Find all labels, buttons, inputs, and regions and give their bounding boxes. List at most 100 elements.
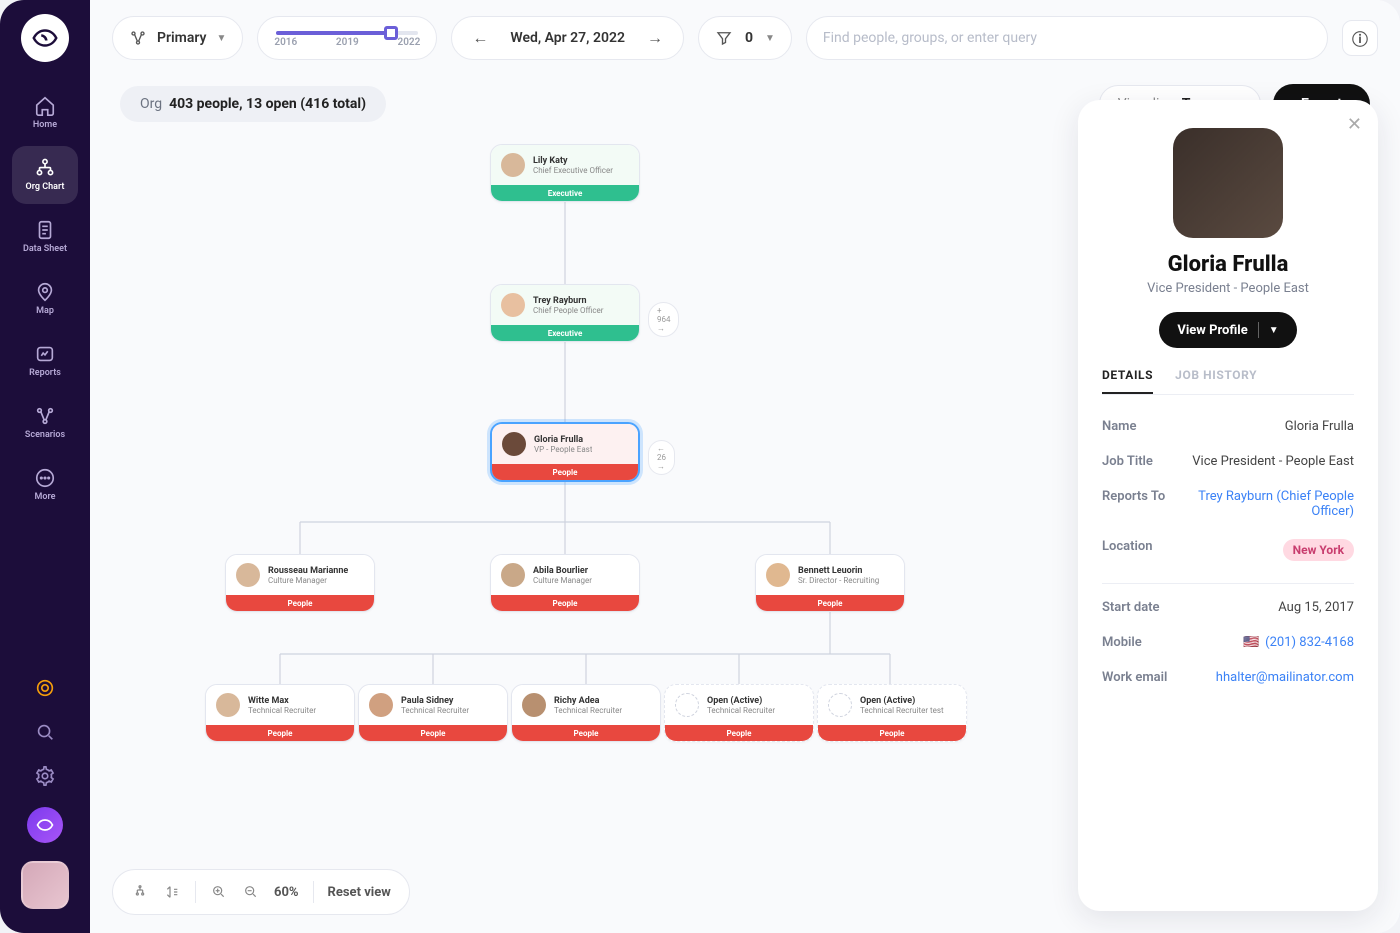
nav-org-chart[interactable]: Org Chart bbox=[12, 146, 78, 204]
current-user-avatar[interactable] bbox=[21, 861, 69, 909]
org-node[interactable]: Rousseau Marianne Culture Manager People bbox=[225, 554, 375, 612]
prev-date-arrow-icon[interactable]: ← bbox=[468, 28, 492, 48]
node-name: Witte Max bbox=[248, 696, 316, 706]
nav-data-sheet[interactable]: Data Sheet bbox=[12, 208, 78, 266]
node-band: People bbox=[359, 725, 507, 741]
view-profile-button[interactable]: View Profile ▼ bbox=[1159, 312, 1296, 348]
zoom-out-icon[interactable] bbox=[242, 883, 260, 901]
org-node[interactable]: Richy Adea Technical Recruiter People bbox=[511, 684, 661, 742]
org-node-open[interactable]: Open (Active) Technical Recruiter test P… bbox=[817, 684, 967, 742]
search-icon[interactable] bbox=[32, 719, 58, 745]
canvas-toolbar: 60% Reset view bbox=[112, 869, 410, 915]
expand-chip[interactable]: ← 26 → bbox=[648, 440, 675, 475]
timeline-year: 2022 bbox=[397, 37, 420, 48]
nav-scenarios[interactable]: Scenarios bbox=[12, 394, 78, 452]
zoom-in-icon[interactable] bbox=[210, 883, 228, 901]
zoom-value: 60% bbox=[274, 885, 299, 900]
settings-icon[interactable] bbox=[32, 763, 58, 789]
chevron-down-icon: ▼ bbox=[1269, 325, 1279, 336]
nav-home[interactable]: Home bbox=[12, 84, 78, 142]
collapse-icon[interactable] bbox=[163, 883, 181, 901]
expand-chip[interactable]: + 964 → bbox=[648, 302, 679, 337]
document-icon bbox=[34, 219, 56, 241]
node-role: Sr. Director - Recruiting bbox=[798, 576, 879, 585]
nav-label: Org Chart bbox=[26, 183, 65, 193]
node-name: Trey Rayburn bbox=[533, 296, 604, 306]
node-role: Technical Recruiter test bbox=[860, 706, 944, 715]
tab-job-history[interactable]: JOB HISTORY bbox=[1175, 368, 1257, 394]
timeline-handle[interactable] bbox=[384, 26, 398, 40]
field-mobile: Mobile 🇺🇸(201) 832-4168 bbox=[1102, 625, 1354, 660]
close-icon[interactable]: ✕ bbox=[1347, 114, 1362, 135]
node-band: People bbox=[665, 725, 813, 741]
timeline-year: 2016 bbox=[274, 37, 297, 48]
search-placeholder: Find people, groups, or enter query bbox=[823, 30, 1037, 46]
timeline-year: 2019 bbox=[336, 37, 359, 48]
node-role: VP - People East bbox=[534, 445, 592, 454]
org-node[interactable]: Trey Rayburn Chief People Officer Execut… bbox=[490, 284, 640, 342]
nav-label: Map bbox=[36, 307, 54, 317]
person-title: Vice President - People East bbox=[1102, 281, 1354, 296]
node-band: Executive bbox=[491, 185, 639, 201]
nav-reports[interactable]: Reports bbox=[12, 332, 78, 390]
node-role: Technical Recruiter bbox=[707, 706, 775, 715]
node-band: People bbox=[756, 595, 904, 611]
field-work-email: Work email hhalter@mailinator.com bbox=[1102, 660, 1354, 695]
nav-map[interactable]: Map bbox=[12, 270, 78, 328]
branch-icon bbox=[34, 405, 56, 427]
node-band: People bbox=[512, 725, 660, 741]
node-band: Executive bbox=[491, 325, 639, 341]
email-link[interactable]: hhalter@mailinator.com bbox=[1216, 670, 1354, 685]
org-summary-chip[interactable]: Org 403 people, 13 open (416 total) bbox=[120, 86, 386, 122]
reports-to-link[interactable]: Trey Rayburn (Chief People Officer) bbox=[1184, 489, 1354, 519]
date-navigator: ← Wed, Apr 27, 2022 → bbox=[451, 16, 684, 60]
org-node[interactable]: Abila Bourlier Culture Manager People bbox=[490, 554, 640, 612]
search-input[interactable]: Find people, groups, or enter query bbox=[806, 16, 1328, 60]
scenario-label: Primary bbox=[157, 30, 206, 46]
chevron-down-icon: ▼ bbox=[216, 33, 226, 44]
org-node-selected[interactable]: Gloria Frulla VP - People East People bbox=[490, 422, 640, 482]
more-icon bbox=[34, 467, 56, 489]
node-name: Bennett Leuorin bbox=[798, 566, 879, 576]
org-node-open[interactable]: Open (Active) Technical Recruiter People bbox=[664, 684, 814, 742]
node-role: Technical Recruiter bbox=[248, 706, 316, 715]
map-pin-icon bbox=[34, 281, 56, 303]
tree-layout-icon[interactable] bbox=[131, 883, 149, 901]
app-logo[interactable] bbox=[21, 14, 69, 62]
node-name: Abila Bourlier bbox=[533, 566, 592, 576]
brand-badge-icon[interactable] bbox=[27, 807, 63, 843]
field-location: Location New York bbox=[1102, 529, 1354, 571]
nav-label: Scenarios bbox=[25, 431, 65, 441]
filter-button[interactable]: 0 ▼ bbox=[698, 16, 792, 60]
org-node[interactable]: Lily Katy Chief Executive Officer Execut… bbox=[490, 144, 640, 202]
person-detail-panel: ✕ Gloria Frulla Vice President - People … bbox=[1078, 100, 1378, 911]
org-node[interactable]: Bennett Leuorin Sr. Director - Recruitin… bbox=[755, 554, 905, 612]
main: Primary ▼ 2016 2019 2022 ← Wed, Apr 27, … bbox=[90, 0, 1400, 933]
flag-icon: 🇺🇸 bbox=[1243, 635, 1259, 650]
node-role: Technical Recruiter bbox=[554, 706, 622, 715]
node-role: Culture Manager bbox=[533, 576, 592, 585]
tab-details[interactable]: DETAILS bbox=[1102, 368, 1153, 394]
node-band: People bbox=[492, 464, 638, 480]
branch-icon bbox=[129, 29, 147, 47]
next-date-arrow-icon[interactable]: → bbox=[643, 28, 667, 48]
scenario-selector[interactable]: Primary ▼ bbox=[112, 16, 243, 60]
field-reports-to: Reports To Trey Rayburn (Chief People Of… bbox=[1102, 479, 1354, 529]
node-role: Technical Recruiter bbox=[401, 706, 469, 715]
nav-more[interactable]: More bbox=[12, 456, 78, 514]
target-icon[interactable] bbox=[32, 675, 58, 701]
node-band: People bbox=[206, 725, 354, 741]
org-prefix: Org bbox=[140, 96, 162, 112]
timeline-track bbox=[276, 31, 418, 35]
current-date[interactable]: Wed, Apr 27, 2022 bbox=[510, 30, 625, 46]
location-badge[interactable]: New York bbox=[1283, 539, 1354, 561]
org-node[interactable]: Witte Max Technical Recruiter People bbox=[205, 684, 355, 742]
org-node[interactable]: Paula Sidney Technical Recruiter People bbox=[358, 684, 508, 742]
timeline-slider[interactable]: 2016 2019 2022 bbox=[257, 16, 437, 60]
mobile-link[interactable]: 🇺🇸(201) 832-4168 bbox=[1243, 635, 1354, 650]
reset-view-button[interactable]: Reset view bbox=[328, 885, 391, 900]
node-name: Rousseau Marianne bbox=[268, 566, 348, 576]
view-profile-label: View Profile bbox=[1177, 323, 1247, 338]
info-button[interactable]: ⓘ bbox=[1342, 20, 1378, 56]
node-name: Open (Active) bbox=[707, 696, 775, 706]
